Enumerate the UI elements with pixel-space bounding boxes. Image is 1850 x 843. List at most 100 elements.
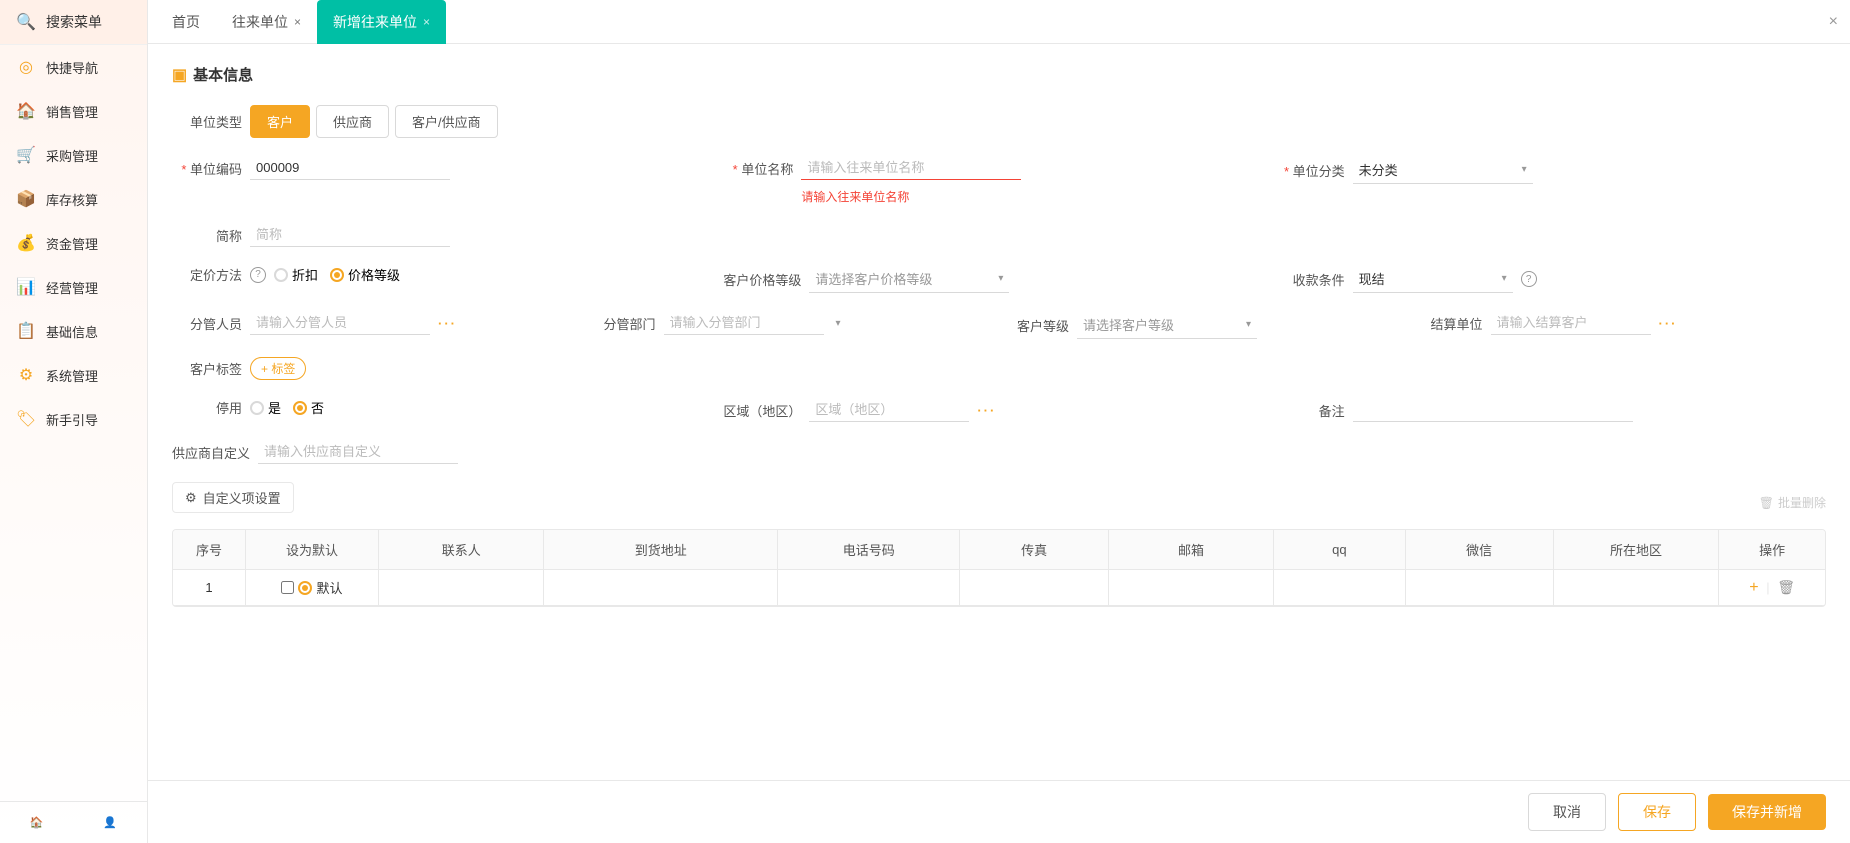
- pricing-label: 定价方法: [172, 265, 242, 284]
- tab-new-partner-close[interactable]: ×: [423, 15, 430, 29]
- cell-fax[interactable]: [960, 570, 1108, 606]
- save-button[interactable]: 保存: [1618, 793, 1696, 831]
- payment-select[interactable]: 现结 ▾: [1353, 265, 1513, 293]
- cell-email[interactable]: [1108, 570, 1273, 606]
- region-more-icon[interactable]: ···: [977, 403, 996, 418]
- tab-home[interactable]: 首页: [156, 0, 216, 44]
- unit-name-input[interactable]: [801, 156, 1021, 180]
- user-bottom-btn[interactable]: 👤: [97, 810, 123, 835]
- manager-input[interactable]: [250, 311, 430, 335]
- payment-help-icon[interactable]: ?: [1521, 271, 1537, 287]
- cell-wechat[interactable]: [1405, 570, 1553, 606]
- settlement-more-icon[interactable]: ···: [1659, 316, 1678, 331]
- customer-price-label: 客户价格等级: [723, 270, 801, 289]
- abbr-row: 简称: [172, 223, 1826, 247]
- pricing-row: 定价方法 ? 折扣 价格等级 客户价格等级 请选择客户价格等级: [172, 265, 1826, 293]
- customer-level-select[interactable]: 请选择客户等级 ▾: [1077, 311, 1257, 339]
- customer-price-group: 客户价格等级 请选择客户价格等级 ▾: [723, 265, 1274, 293]
- save-new-button[interactable]: 保存并新增: [1708, 794, 1826, 830]
- tag-add-btn[interactable]: + 标签: [250, 357, 306, 380]
- sidebar-item-stock[interactable]: 📦 库存核算: [0, 177, 147, 221]
- sidebar-item-sales[interactable]: 🏠 销售管理: [0, 89, 147, 133]
- disabled-label: 停用: [172, 398, 242, 417]
- cell-contact[interactable]: [379, 570, 544, 606]
- qq-input[interactable]: [1309, 580, 1369, 595]
- cancel-button[interactable]: 取消: [1528, 793, 1606, 831]
- supplier-custom-input[interactable]: [258, 440, 458, 464]
- btn-type-both[interactable]: 客户/供应商: [395, 105, 498, 138]
- sidebar-item-search[interactable]: 🔍 搜索菜单: [0, 0, 147, 45]
- supplier-custom-row: 供应商自定义: [172, 440, 1826, 464]
- del-row-btn[interactable]: 🗑: [1777, 579, 1795, 595]
- sidebar-item-operation[interactable]: 📊 经营管理: [0, 265, 147, 309]
- customer-level-label: 客户等级: [999, 316, 1069, 335]
- disabled-yes[interactable]: 是: [250, 398, 281, 417]
- footer: 取消 保存 保存并新增: [148, 780, 1850, 843]
- fax-input[interactable]: [999, 580, 1069, 595]
- col-address: 到货地址: [544, 530, 778, 570]
- wechat-input[interactable]: [1444, 580, 1514, 595]
- btn-type-customer[interactable]: 客户: [250, 105, 310, 138]
- sidebar-item-basic[interactable]: 📋 基础信息: [0, 309, 147, 353]
- sidebar-item-newbie[interactable]: 🏷 新手引导: [0, 397, 147, 441]
- customer-level-group: 客户等级 请选择客户等级 ▾: [999, 311, 1413, 339]
- default-radio[interactable]: 默认: [298, 578, 342, 597]
- unit-name-error: 请输入往来单位名称: [801, 190, 909, 204]
- sidebar-item-system[interactable]: ⚙ 系统管理: [0, 353, 147, 397]
- unit-code-input[interactable]: [250, 156, 450, 180]
- cell-qq[interactable]: [1274, 570, 1405, 606]
- col-action: 操作: [1719, 530, 1825, 570]
- sidebar-item-purchase[interactable]: 🛒 采购管理: [0, 133, 147, 177]
- row-region-input[interactable]: [1596, 580, 1676, 595]
- cell-address[interactable]: [544, 570, 778, 606]
- settlement-input[interactable]: [1491, 311, 1651, 335]
- close-all-tabs-btn[interactable]: ×: [1829, 13, 1838, 31]
- pricing-level[interactable]: 价格等级: [330, 265, 400, 284]
- row-checkbox[interactable]: [281, 581, 294, 594]
- cell-phone[interactable]: [778, 570, 960, 606]
- department-input[interactable]: [664, 311, 824, 335]
- sales-icon: 🏠: [16, 101, 36, 121]
- abbr-input[interactable]: [250, 223, 450, 247]
- customer-price-select[interactable]: 请选择客户价格等级 ▾: [809, 265, 1009, 293]
- email-input[interactable]: [1151, 580, 1231, 595]
- tag-label: 客户标签: [172, 359, 242, 378]
- pricing-discount[interactable]: 折扣: [274, 265, 318, 284]
- main-area: 首页 往来单位 × 新增往来单位 × × ▣ 基本信息 单位类型 客户 供应商 …: [148, 0, 1850, 843]
- disabled-no[interactable]: 否: [293, 398, 324, 417]
- tag-group: 客户标签 + 标签: [172, 357, 1826, 380]
- col-contact: 联系人: [379, 530, 544, 570]
- cell-region[interactable]: [1553, 570, 1718, 606]
- tab-partners[interactable]: 往来单位 ×: [216, 0, 317, 44]
- phone-input[interactable]: [824, 580, 914, 595]
- manager-more-icon[interactable]: ···: [438, 316, 457, 331]
- home-bottom-btn[interactable]: 🏠: [24, 810, 50, 835]
- contact-input[interactable]: [421, 580, 501, 595]
- operation-icon: 📊: [16, 277, 36, 297]
- add-row-btn[interactable]: +: [1749, 579, 1758, 596]
- tab-new-partner[interactable]: 新增往来单位 ×: [317, 0, 446, 44]
- region-input[interactable]: [809, 398, 969, 422]
- pricing-help-icon[interactable]: ?: [250, 267, 266, 283]
- quicknav-icon: ◎: [16, 57, 36, 77]
- manager-label: 分管人员: [172, 314, 242, 333]
- custom-settings-btn[interactable]: ⚙ 自定义项设置: [172, 482, 294, 513]
- disabled-group: 停用 是 否: [172, 398, 723, 417]
- manager-row: 分管人员 ··· 分管部门 ▾ 客户等级 请选择客户等级 ▾ 结算单位 ···: [172, 311, 1826, 339]
- payment-label: 收款条件: [1275, 270, 1345, 289]
- batch-delete-btn[interactable]: 🗑 批量删除: [1759, 494, 1826, 511]
- col-default: 设为默认: [245, 530, 378, 570]
- btn-type-supplier[interactable]: 供应商: [316, 105, 389, 138]
- newbie-icon: 🏷: [16, 409, 36, 429]
- pricing-radio-group: 折扣 价格等级: [274, 265, 400, 284]
- remark-label: 备注: [1275, 401, 1345, 420]
- address-input[interactable]: [601, 580, 721, 595]
- tab-partners-close[interactable]: ×: [294, 15, 301, 29]
- sidebar-item-quicknav[interactable]: ◎ 快捷导航: [0, 45, 147, 89]
- unit-type-row: 单位类型 客户 供应商 客户/供应商: [172, 105, 1826, 138]
- sidebar-item-finance[interactable]: 💰 资金管理: [0, 221, 147, 265]
- remark-input[interactable]: [1353, 398, 1633, 422]
- category-arrow-icon: ▾: [1522, 164, 1527, 175]
- department-label: 分管部门: [586, 314, 656, 333]
- unit-category-select[interactable]: 未分类 ▾: [1353, 156, 1533, 184]
